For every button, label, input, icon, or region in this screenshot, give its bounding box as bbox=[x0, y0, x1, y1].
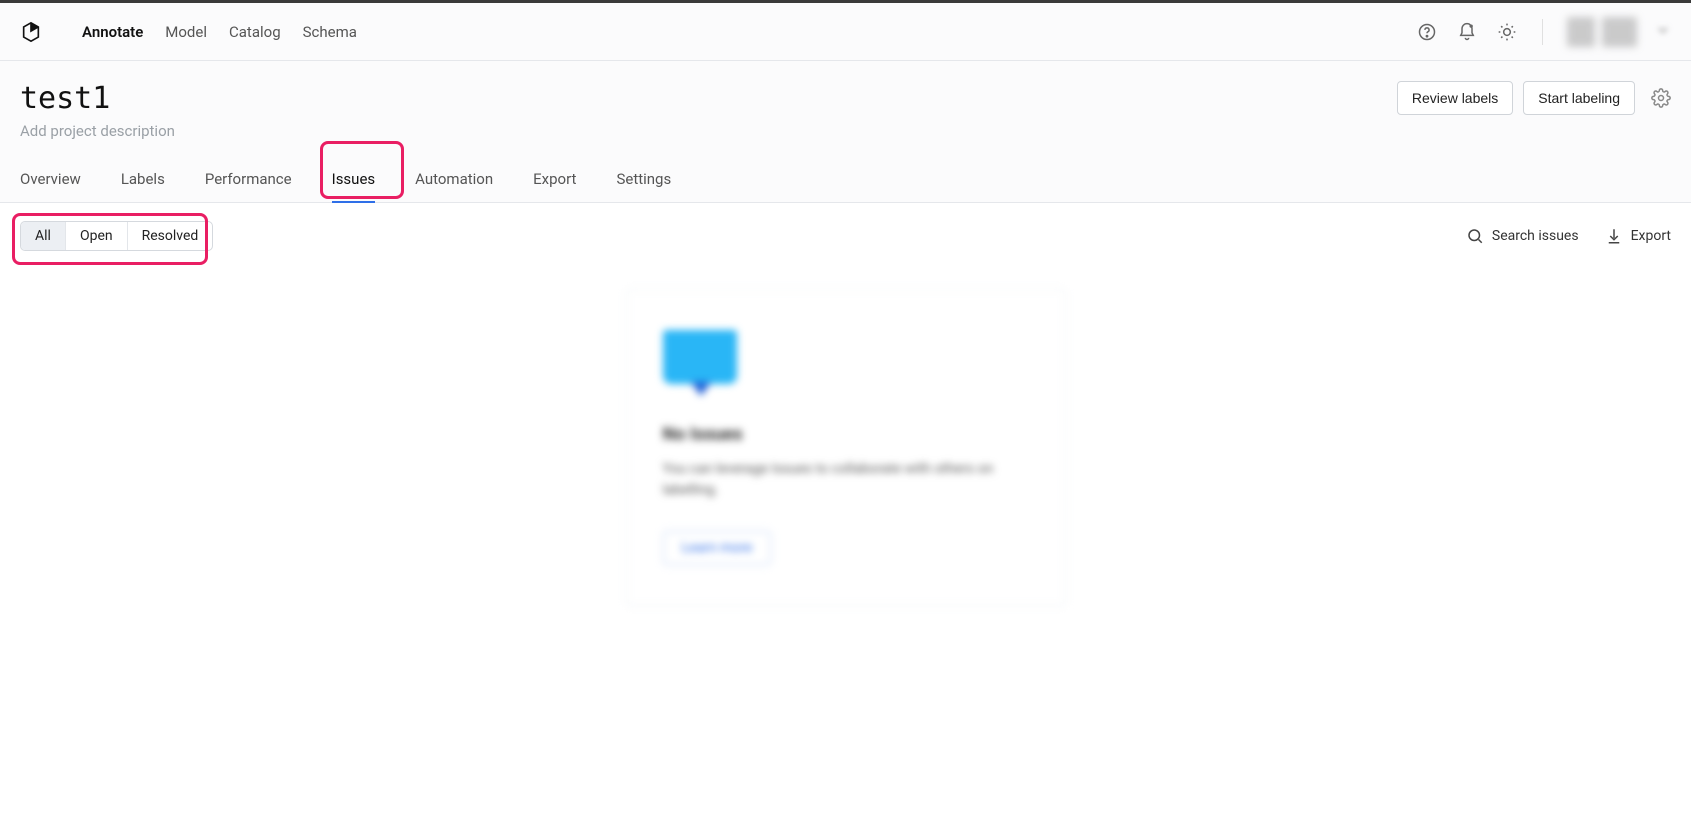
tab-overview[interactable]: Overview bbox=[20, 170, 81, 202]
cube-icon bbox=[20, 21, 42, 43]
app-logo[interactable] bbox=[20, 21, 42, 43]
filters-row: All Open Resolved Search issues Export bbox=[0, 203, 1691, 269]
filters-wrapper: All Open Resolved bbox=[20, 221, 213, 251]
search-issues-label: Search issues bbox=[1492, 228, 1579, 244]
tab-issues[interactable]: Issues bbox=[332, 170, 376, 202]
nav-item-catalog[interactable]: Catalog bbox=[229, 23, 281, 41]
help-icon[interactable] bbox=[1416, 21, 1438, 43]
start-labeling-button[interactable]: Start labeling bbox=[1523, 81, 1635, 115]
empty-state-subtitle: You can leverage Issues to collaborate w… bbox=[663, 459, 1029, 501]
settings-gear-icon[interactable] bbox=[1651, 88, 1671, 108]
page-header-area: test1 Add project description Review lab… bbox=[0, 61, 1691, 203]
export-label: Export bbox=[1631, 228, 1671, 244]
search-icon bbox=[1466, 227, 1484, 245]
search-issues-action[interactable]: Search issues bbox=[1466, 227, 1579, 245]
nav-items: Annotate Model Catalog Schema bbox=[82, 23, 1388, 41]
chevron-down-icon[interactable] bbox=[1655, 22, 1671, 42]
project-description-placeholder[interactable]: Add project description bbox=[20, 122, 175, 140]
nav-item-model[interactable]: Model bbox=[165, 23, 207, 41]
nav-item-schema[interactable]: Schema bbox=[303, 23, 357, 41]
project-title: test1 bbox=[20, 81, 175, 116]
nav-item-annotate[interactable]: Annotate bbox=[82, 23, 143, 41]
row-actions: Search issues Export bbox=[1466, 227, 1671, 245]
nav-right bbox=[1416, 17, 1671, 47]
tab-settings[interactable]: Settings bbox=[616, 170, 671, 202]
tab-performance[interactable]: Performance bbox=[205, 170, 292, 202]
top-navigation: Annotate Model Catalog Schema bbox=[0, 3, 1691, 61]
filter-all[interactable]: All bbox=[21, 222, 66, 250]
notifications-icon[interactable] bbox=[1456, 21, 1478, 43]
empty-state-area: No Issues You can leverage Issues to col… bbox=[0, 269, 1691, 686]
empty-state-illustration-icon bbox=[663, 330, 737, 384]
filter-resolved[interactable]: Resolved bbox=[128, 222, 213, 250]
project-tabs: Overview Labels Performance Issues Autom… bbox=[0, 140, 1691, 203]
header-actions: Review labels Start labeling bbox=[1397, 81, 1671, 115]
tab-labels[interactable]: Labels bbox=[121, 170, 165, 202]
tab-issues-wrapper: Issues bbox=[332, 170, 376, 202]
project-header: test1 Add project description Review lab… bbox=[0, 61, 1691, 140]
empty-state-card: No Issues You can leverage Issues to col… bbox=[626, 289, 1066, 606]
nav-divider bbox=[1542, 19, 1543, 45]
user-avatar[interactable] bbox=[1567, 17, 1637, 47]
export-action[interactable]: Export bbox=[1605, 227, 1671, 245]
filter-open[interactable]: Open bbox=[66, 222, 128, 250]
empty-state-title: No Issues bbox=[663, 424, 1029, 445]
empty-state-learn-more-button[interactable]: Learn more bbox=[663, 531, 772, 565]
tab-automation[interactable]: Automation bbox=[415, 170, 493, 202]
download-icon bbox=[1605, 227, 1623, 245]
tab-export[interactable]: Export bbox=[533, 170, 576, 202]
theme-toggle-icon[interactable] bbox=[1496, 21, 1518, 43]
review-labels-button[interactable]: Review labels bbox=[1397, 81, 1513, 115]
issue-filter-segmented: All Open Resolved bbox=[20, 221, 213, 251]
project-title-block: test1 Add project description bbox=[20, 81, 175, 140]
